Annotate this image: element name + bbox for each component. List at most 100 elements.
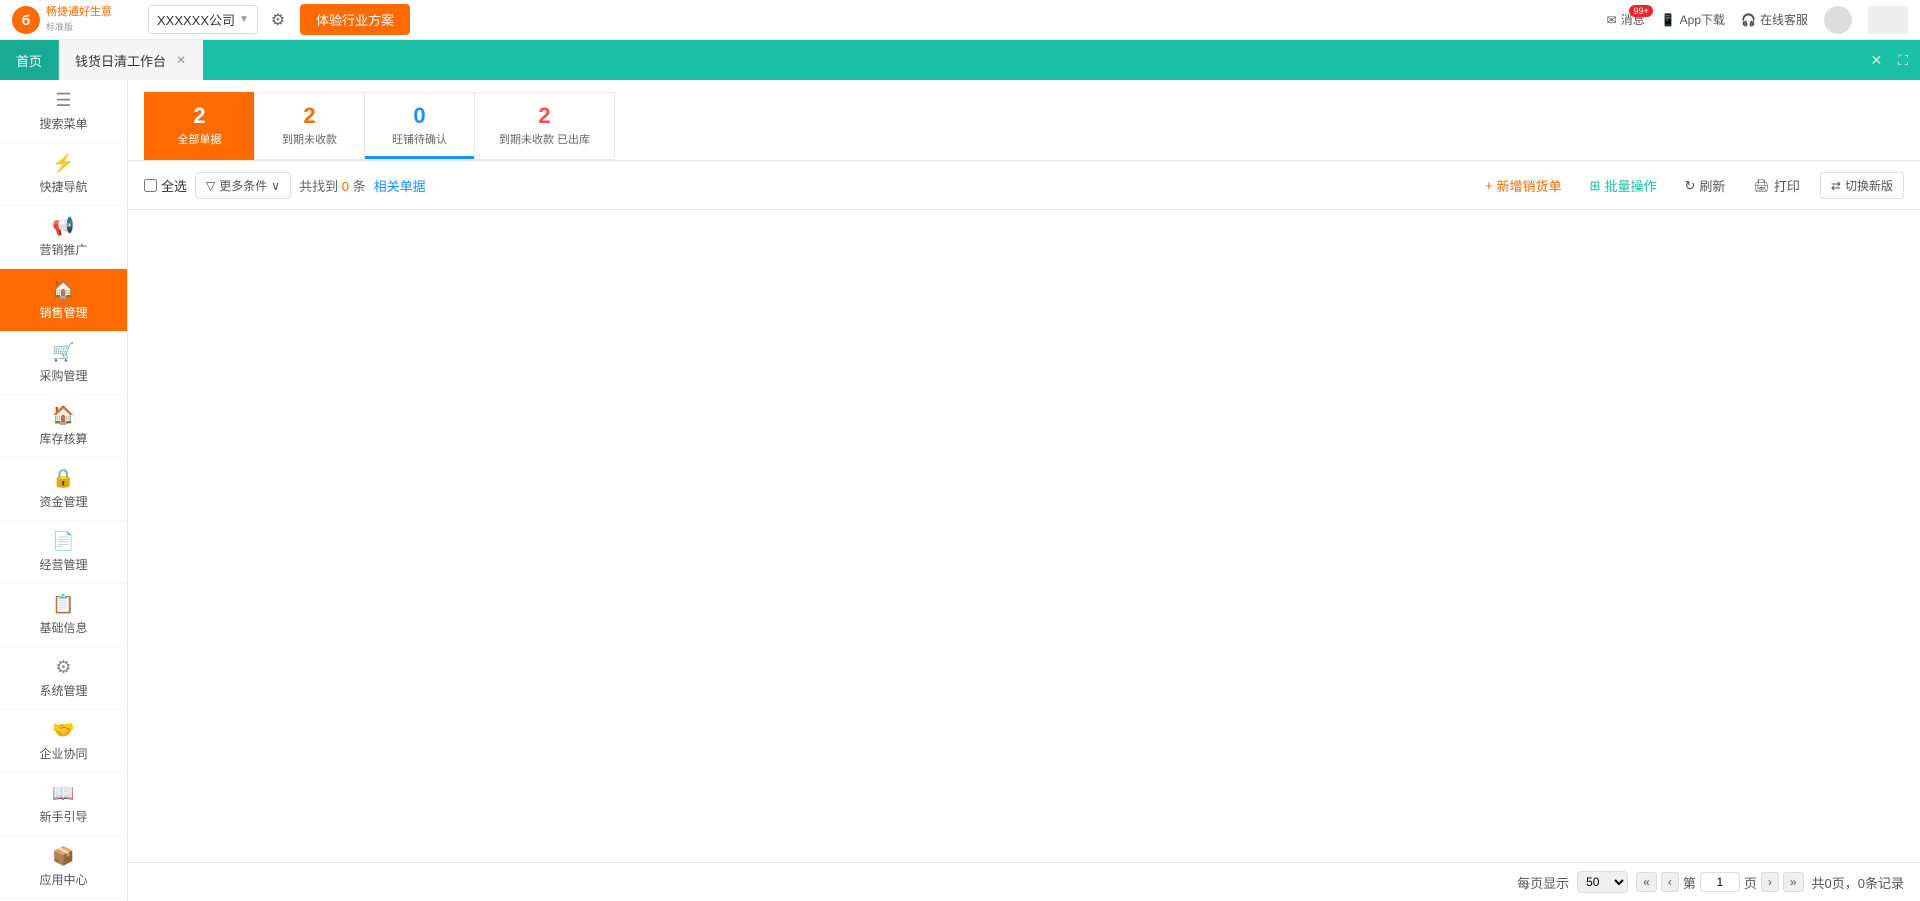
print-icon: 🖨 (1753, 178, 1770, 194)
sidebar-item-beginner[interactable]: 📖 新手引导 (0, 773, 127, 836)
avatar[interactable] (1824, 6, 1852, 34)
per-page-select[interactable]: 50 20 100 (1577, 871, 1628, 893)
add-order-button[interactable]: + 新增销货单 (1477, 172, 1570, 199)
user-menu[interactable] (1868, 6, 1908, 34)
quick-nav-icon: ⚡ (52, 153, 74, 174)
tab-minimize-icon[interactable]: ✕ (1866, 48, 1886, 73)
sidebar-item-cooperation[interactable]: 🤝 企业协同 (0, 710, 127, 773)
sidebar-item-inventory[interactable]: 🏠 库存核算 (0, 395, 127, 458)
app-center-icon: 📦 (52, 846, 74, 867)
top-header: б 畅捷通好生意 标准版 XXXXXX公司 ▼ ⚙ 体验行业方案 ✉ 消息 99… (0, 0, 1920, 40)
logo-icon: б (12, 6, 40, 34)
total-label: 共0页，0条记录 (1812, 873, 1904, 892)
online-service-button[interactable]: 🎧 在线客服 (1741, 11, 1808, 28)
pagination-nav: « ‹ 第 页 › » (1636, 872, 1803, 892)
select-all-checkbox[interactable] (144, 179, 157, 192)
service-icon: 🎧 (1741, 13, 1756, 27)
found-text: 共找到 0 条 (299, 176, 366, 195)
plus-icon: + (1485, 178, 1493, 193)
print-button[interactable]: 🖨 打印 (1745, 172, 1808, 199)
per-page-label: 每页显示 (1517, 873, 1569, 892)
sidebar-item-sales[interactable]: 🏠 销售管理 (0, 269, 127, 332)
app-download-button[interactable]: 📱 App下载 (1661, 11, 1725, 28)
message-icon: ✉ (1607, 13, 1617, 27)
company-selector[interactable]: XXXXXX公司 ▼ (148, 5, 258, 34)
summary-card-overdue[interactable]: 2 到期未收款 (254, 92, 364, 160)
overdue-label: 到期未收款 (279, 131, 340, 147)
toolbar-right: + 新增销货单 ⊞ 批量操作 ↻ 刷新 🖨 打印 ⇄ 切换新版 (1477, 172, 1904, 199)
sidebar-item-funds[interactable]: 🔒 资金管理 (0, 458, 127, 521)
summary-card-overdue-out[interactable]: 2 到期未收款 已出库 (474, 92, 615, 160)
more-filters-button[interactable]: ▽ 更多条件 ∨ (195, 172, 291, 199)
sidebar-item-operations[interactable]: 📄 经营管理 (0, 521, 127, 584)
sidebar-item-system[interactable]: ⚙ 系统管理 (0, 647, 127, 710)
first-page-button[interactable]: « (1636, 872, 1657, 892)
switch-icon: ⇄ (1831, 179, 1841, 193)
all-count: 2 (169, 103, 230, 129)
refresh-button[interactable]: ↻ 刷新 (1676, 172, 1733, 199)
select-all-label[interactable]: 全选 (144, 176, 187, 195)
chevron-down-icon: ▼ (239, 14, 249, 25)
summary-card-all[interactable]: 2 全部单据 (144, 92, 254, 160)
sales-icon: 🏠 (52, 279, 74, 300)
batch-icon: ⊞ (1590, 178, 1601, 194)
gear-icon: ⚙ (271, 10, 285, 30)
summary-cards: 2 全部单据 2 到期未收款 0 旺铺待确认 2 到期 (144, 92, 1904, 160)
wangpu-count: 0 (389, 103, 450, 129)
system-icon: ⚙ (55, 657, 71, 678)
logo-name: 畅捷通好生意 (46, 6, 112, 19)
tab-workbench[interactable]: 钱货日清工作台 ✕ (59, 40, 203, 80)
operations-icon: 📄 (52, 531, 74, 552)
tab-bar: 首页 钱货日清工作台 ✕ ✕ ⛶ (0, 40, 1920, 80)
summary-card-wangpu[interactable]: 0 旺铺待确认 (364, 92, 474, 160)
purchase-icon: 🛒 (52, 342, 74, 363)
basic-info-icon: 📋 (52, 594, 74, 615)
sidebar: ☰ 搜索菜单 ⚡ 快捷导航 📢 营销推广 🏠 销售管理 🛒 采购管理 🏠 库存核… (0, 80, 128, 901)
table-area (128, 210, 1920, 862)
related-orders-link[interactable]: 相关单据 (374, 176, 426, 195)
message-button[interactable]: ✉ 消息 99+ (1607, 11, 1645, 28)
tab-expand-icon[interactable]: ⛶ (1894, 48, 1912, 73)
tab-workbench-label: 钱货日清工作台 (75, 51, 166, 70)
download-icon: 📱 (1661, 13, 1676, 27)
sidebar-item-quick-nav[interactable]: ⚡ 快捷导航 (0, 143, 127, 206)
all-underline (145, 156, 254, 159)
wangpu-underline (365, 156, 474, 159)
tab-home[interactable]: 首页 (0, 40, 59, 80)
trial-button[interactable]: 体验行业方案 (300, 4, 410, 35)
settings-button[interactable]: ⚙ (264, 6, 292, 34)
sidebar-item-basic-info[interactable]: 📋 基础信息 (0, 584, 127, 647)
header-right: ✉ 消息 99+ 📱 App下载 🎧 在线客服 (1607, 6, 1908, 34)
wangpu-label: 旺铺待确认 (389, 131, 450, 147)
batch-operation-button[interactable]: ⊞ 批量操作 (1582, 172, 1665, 199)
overdue-out-label: 到期未收款 已出库 (499, 131, 590, 147)
main-layout: ☰ 搜索菜单 ⚡ 快捷导航 📢 营销推广 🏠 销售管理 🛒 采购管理 🏠 库存核… (0, 80, 1920, 901)
footer: 每页显示 50 20 100 « ‹ 第 页 › » 共0页，0条记录 (128, 862, 1920, 901)
sidebar-item-app-center[interactable]: 📦 应用中心 (0, 836, 127, 899)
switch-version-button[interactable]: ⇄ 切换新版 (1820, 172, 1904, 199)
main-content: 2 全部单据 2 到期未收款 0 旺铺待确认 2 到期 (128, 80, 1920, 901)
page-number-input[interactable] (1700, 872, 1740, 892)
tab-close-icon[interactable]: ✕ (176, 53, 186, 67)
page-suffix: 页 (1744, 873, 1757, 892)
toolbar: 全选 ▽ 更多条件 ∨ 共找到 0 条 相关单据 + 新增销货单 ⊞ (128, 162, 1920, 210)
last-page-button[interactable]: » (1783, 872, 1804, 892)
message-badge: 99+ (1629, 5, 1652, 17)
logo-sub: 标准版 (46, 20, 112, 33)
prev-page-button[interactable]: ‹ (1661, 872, 1679, 892)
funds-icon: 🔒 (52, 468, 74, 489)
next-page-button[interactable]: › (1761, 872, 1779, 892)
logo-area: б 畅捷通好生意 标准版 (12, 6, 140, 34)
summary-area: 2 全部单据 2 到期未收款 0 旺铺待确认 2 到期 (128, 80, 1920, 161)
sidebar-item-search[interactable]: ☰ 搜索菜单 (0, 80, 127, 143)
refresh-icon: ↻ (1684, 178, 1695, 194)
sidebar-item-purchase[interactable]: 🛒 采购管理 (0, 332, 127, 395)
search-menu-icon: ☰ (55, 90, 71, 111)
sidebar-item-marketing[interactable]: 📢 营销推广 (0, 206, 127, 269)
filter-chevron-icon: ∨ (271, 179, 280, 193)
company-name: XXXXXX公司 (157, 10, 235, 29)
overdue-count: 2 (279, 103, 340, 129)
cooperation-icon: 🤝 (52, 720, 74, 741)
found-count: 0 (342, 179, 349, 194)
tab-home-label: 首页 (16, 51, 42, 70)
